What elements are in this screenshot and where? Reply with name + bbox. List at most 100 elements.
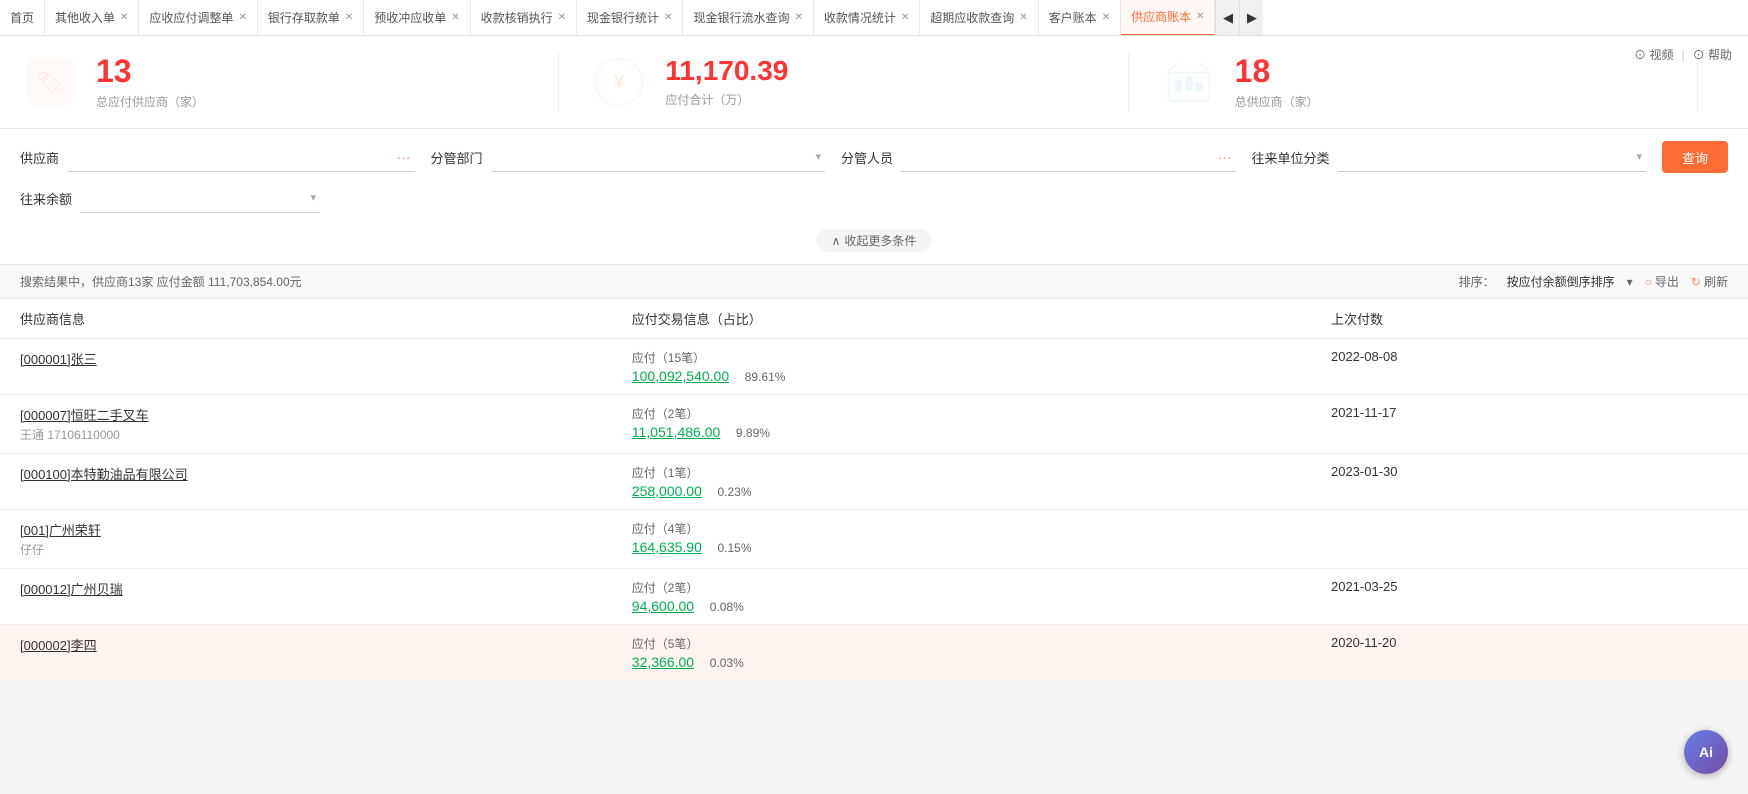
supplier-link[interactable]: [000002]李四	[20, 638, 97, 653]
query-button[interactable]: 查询	[1662, 141, 1728, 173]
nav-tab-cash-bank-stat-label: 现金银行统计	[587, 9, 659, 26]
last-date-text: 2023-01-30	[1331, 464, 1398, 479]
help-link[interactable]: ⊙ 帮助	[1693, 46, 1732, 63]
supplier-link[interactable]: [001]广州荣轩	[20, 523, 101, 538]
nav-tab-collect-verify-close[interactable]: ✕	[558, 12, 566, 23]
nav-tab-bank-deposit[interactable]: 银行存取款单 ✕	[258, 0, 364, 36]
col-header-supplier: 供应商信息	[0, 299, 612, 339]
dept-input[interactable]	[495, 150, 816, 164]
nav-tab-home[interactable]: 首页	[0, 0, 45, 36]
nav-tab-overdue-close[interactable]: ✕	[1019, 12, 1027, 23]
supplier-link[interactable]: [000007]恒旺二手叉车	[20, 408, 149, 423]
supplier-info-cell: [000007]恒旺二手叉车 王通 17106110000	[0, 395, 612, 454]
table-row: [000002]李四 应付（5笔） 32,366.00 0.03% 2020-1…	[0, 625, 1748, 681]
nav-tab-cash-bank-flow-close[interactable]: ✕	[794, 12, 802, 23]
supplier-info-cell: [001]广州荣轩 仔仔	[0, 510, 612, 569]
export-button[interactable]: ○ 导出	[1645, 273, 1679, 290]
ap-suppliers-value: 13	[96, 54, 204, 89]
collapse-button[interactable]: ∧ 收起更多条件	[816, 229, 933, 252]
balance-dropdown-icon[interactable]: ▾	[310, 191, 316, 204]
svg-text:¥: ¥	[613, 71, 625, 92]
nav-tab-supplier-account-close[interactable]: ✕	[1196, 11, 1204, 22]
collapse-section: ∧ 收起更多条件	[20, 223, 1728, 252]
tx-percent: 0.08%	[710, 600, 744, 614]
nav-tab-customer-account-close[interactable]: ✕	[1102, 12, 1110, 23]
supplier-input-wrapper[interactable]: ···	[67, 142, 414, 172]
top-right-links: ⊙ 视频 | ⊙ 帮助	[1634, 46, 1732, 63]
ap-suppliers-icon: 🏷	[20, 52, 80, 112]
person-input-wrapper[interactable]: ···	[901, 142, 1235, 172]
nav-tab-ap-adjust-label: 应收应付调整单	[149, 9, 233, 26]
supplier-ellipsis-icon[interactable]: ···	[397, 149, 411, 165]
supplier-link[interactable]: [000012]广州贝瑞	[20, 582, 123, 597]
last-date-cell: 2021-03-25	[1311, 569, 1748, 625]
nav-tab-cash-bank-stat-close[interactable]: ✕	[664, 12, 672, 23]
refresh-button[interactable]: ↻ 刷新	[1691, 273, 1728, 290]
balance-input-wrapper[interactable]: ▾	[80, 183, 320, 213]
nav-left-arrow[interactable]: ◀	[1215, 0, 1239, 36]
nav-tab-customer-account[interactable]: 客户账本 ✕	[1039, 0, 1121, 36]
person-ellipsis-icon[interactable]: ···	[1218, 149, 1232, 165]
tx-amount[interactable]: 164,635.90	[632, 539, 702, 555]
nav-tab-overdue[interactable]: 超期应收款查询 ✕	[920, 0, 1038, 36]
last-date-text: 2020-11-20	[1331, 635, 1397, 650]
nav-tab-other-income-close[interactable]: ✕	[120, 12, 128, 23]
nav-tab-supplier-account[interactable]: 供应商账本 ✕	[1121, 0, 1215, 36]
balance-input[interactable]	[84, 191, 310, 205]
person-input[interactable]	[905, 150, 1217, 164]
summary-card-total-suppliers: 18 总供应商（家）	[1159, 52, 1698, 112]
category-input-wrapper[interactable]: ▾	[1338, 142, 1646, 172]
supplier-link[interactable]: [000001]张三	[20, 352, 97, 367]
tx-percent: 0.15%	[718, 541, 752, 555]
total-suppliers-info: 18 总供应商（家）	[1235, 54, 1319, 110]
nav-tab-other-income[interactable]: 其他收入单 ✕	[45, 0, 139, 36]
nav-tab-ap-adjust[interactable]: 应收应付调整单 ✕	[139, 0, 257, 36]
nav-tab-bank-deposit-close[interactable]: ✕	[345, 12, 353, 23]
collapse-up-icon: ∧	[832, 234, 841, 248]
dept-dropdown-icon[interactable]: ▾	[815, 150, 821, 163]
supplier-info-cell: [000002]李四	[0, 625, 612, 681]
tx-info-cell: 应付（4笔） 164,635.90 0.15%	[612, 510, 1311, 569]
nav-tab-ap-adjust-close[interactable]: ✕	[238, 12, 246, 23]
tx-amount[interactable]: 94,600.00	[632, 598, 694, 614]
summary-card-ap-total: ¥ 11,170.39 应付合计（万）	[589, 52, 1128, 112]
nav-tab-prepay-collect-close[interactable]: ✕	[451, 12, 459, 23]
tx-amount[interactable]: 258,000.00	[632, 483, 702, 499]
sort-arrow-icon[interactable]: ▾	[1627, 275, 1633, 289]
nav-tab-cash-bank-flow-label: 现金银行流水查询	[693, 9, 789, 26]
nav-right-arrow[interactable]: ▶	[1239, 0, 1263, 36]
filter-row-2: 往来余额 ▾	[20, 183, 1728, 213]
ap-total-info: 11,170.39 应付合计（万）	[665, 56, 788, 108]
nav-tab-supplier-account-label: 供应商账本	[1131, 8, 1191, 25]
links-divider: |	[1682, 48, 1685, 62]
category-input[interactable]	[1342, 150, 1637, 164]
nav-tab-collect-verify[interactable]: 收款核销执行 ✕	[471, 0, 577, 36]
results-summary-text: 搜索结果中，供应商13家 应付金额 111,703,854.00元	[20, 273, 302, 290]
last-date-cell: 2020-11-20	[1311, 625, 1748, 681]
sort-value[interactable]: 按应付余额倒序排序	[1507, 273, 1615, 290]
tx-amount[interactable]: 100,092,540.00	[632, 368, 729, 384]
nav-tab-collect-stat-close[interactable]: ✕	[901, 12, 909, 23]
nav-tab-cash-bank-stat[interactable]: 现金银行统计 ✕	[577, 0, 683, 36]
tx-label: 应付（4笔）	[632, 520, 1291, 537]
supplier-link[interactable]: [000100]本特勤油品有限公司	[20, 467, 188, 482]
sort-label: 排序：	[1459, 273, 1495, 290]
tx-amount[interactable]: 11,051,486.00	[632, 424, 721, 440]
summary-card-ap-suppliers: 🏷 13 总应付供应商（家）	[20, 52, 559, 112]
supplier-table: 供应商信息 应付交易信息（占比） 上次付数 [000001]张三 应付（15笔）…	[0, 299, 1748, 681]
nav-tab-home-label: 首页	[10, 9, 34, 26]
video-link[interactable]: ⊙ 视频	[1634, 46, 1673, 63]
table-row: [001]广州荣轩 仔仔 应付（4笔） 164,635.90 0.15%	[0, 510, 1748, 569]
category-dropdown-icon[interactable]: ▾	[1636, 150, 1642, 163]
dept-input-wrapper[interactable]: ▾	[491, 142, 825, 172]
tx-amount[interactable]: 32,366.00	[632, 654, 694, 670]
ai-assistant-button[interactable]: Ai	[1684, 730, 1728, 774]
nav-tab-prepay-collect[interactable]: 预收冲应收单 ✕	[364, 0, 470, 36]
nav-tab-collect-stat[interactable]: 收款情况统计 ✕	[814, 0, 920, 36]
nav-tab-collect-verify-label: 收款核销执行	[481, 9, 553, 26]
nav-tab-cash-bank-flow[interactable]: 现金银行流水查询 ✕	[683, 0, 813, 36]
refresh-label: 刷新	[1704, 273, 1728, 290]
help-icon: ⊙	[1693, 48, 1705, 62]
top-navigation: 首页 其他收入单 ✕ 应收应付调整单 ✕ 银行存取款单 ✕ 预收冲应收单 ✕ 收…	[0, 0, 1748, 36]
supplier-input[interactable]	[71, 150, 396, 164]
